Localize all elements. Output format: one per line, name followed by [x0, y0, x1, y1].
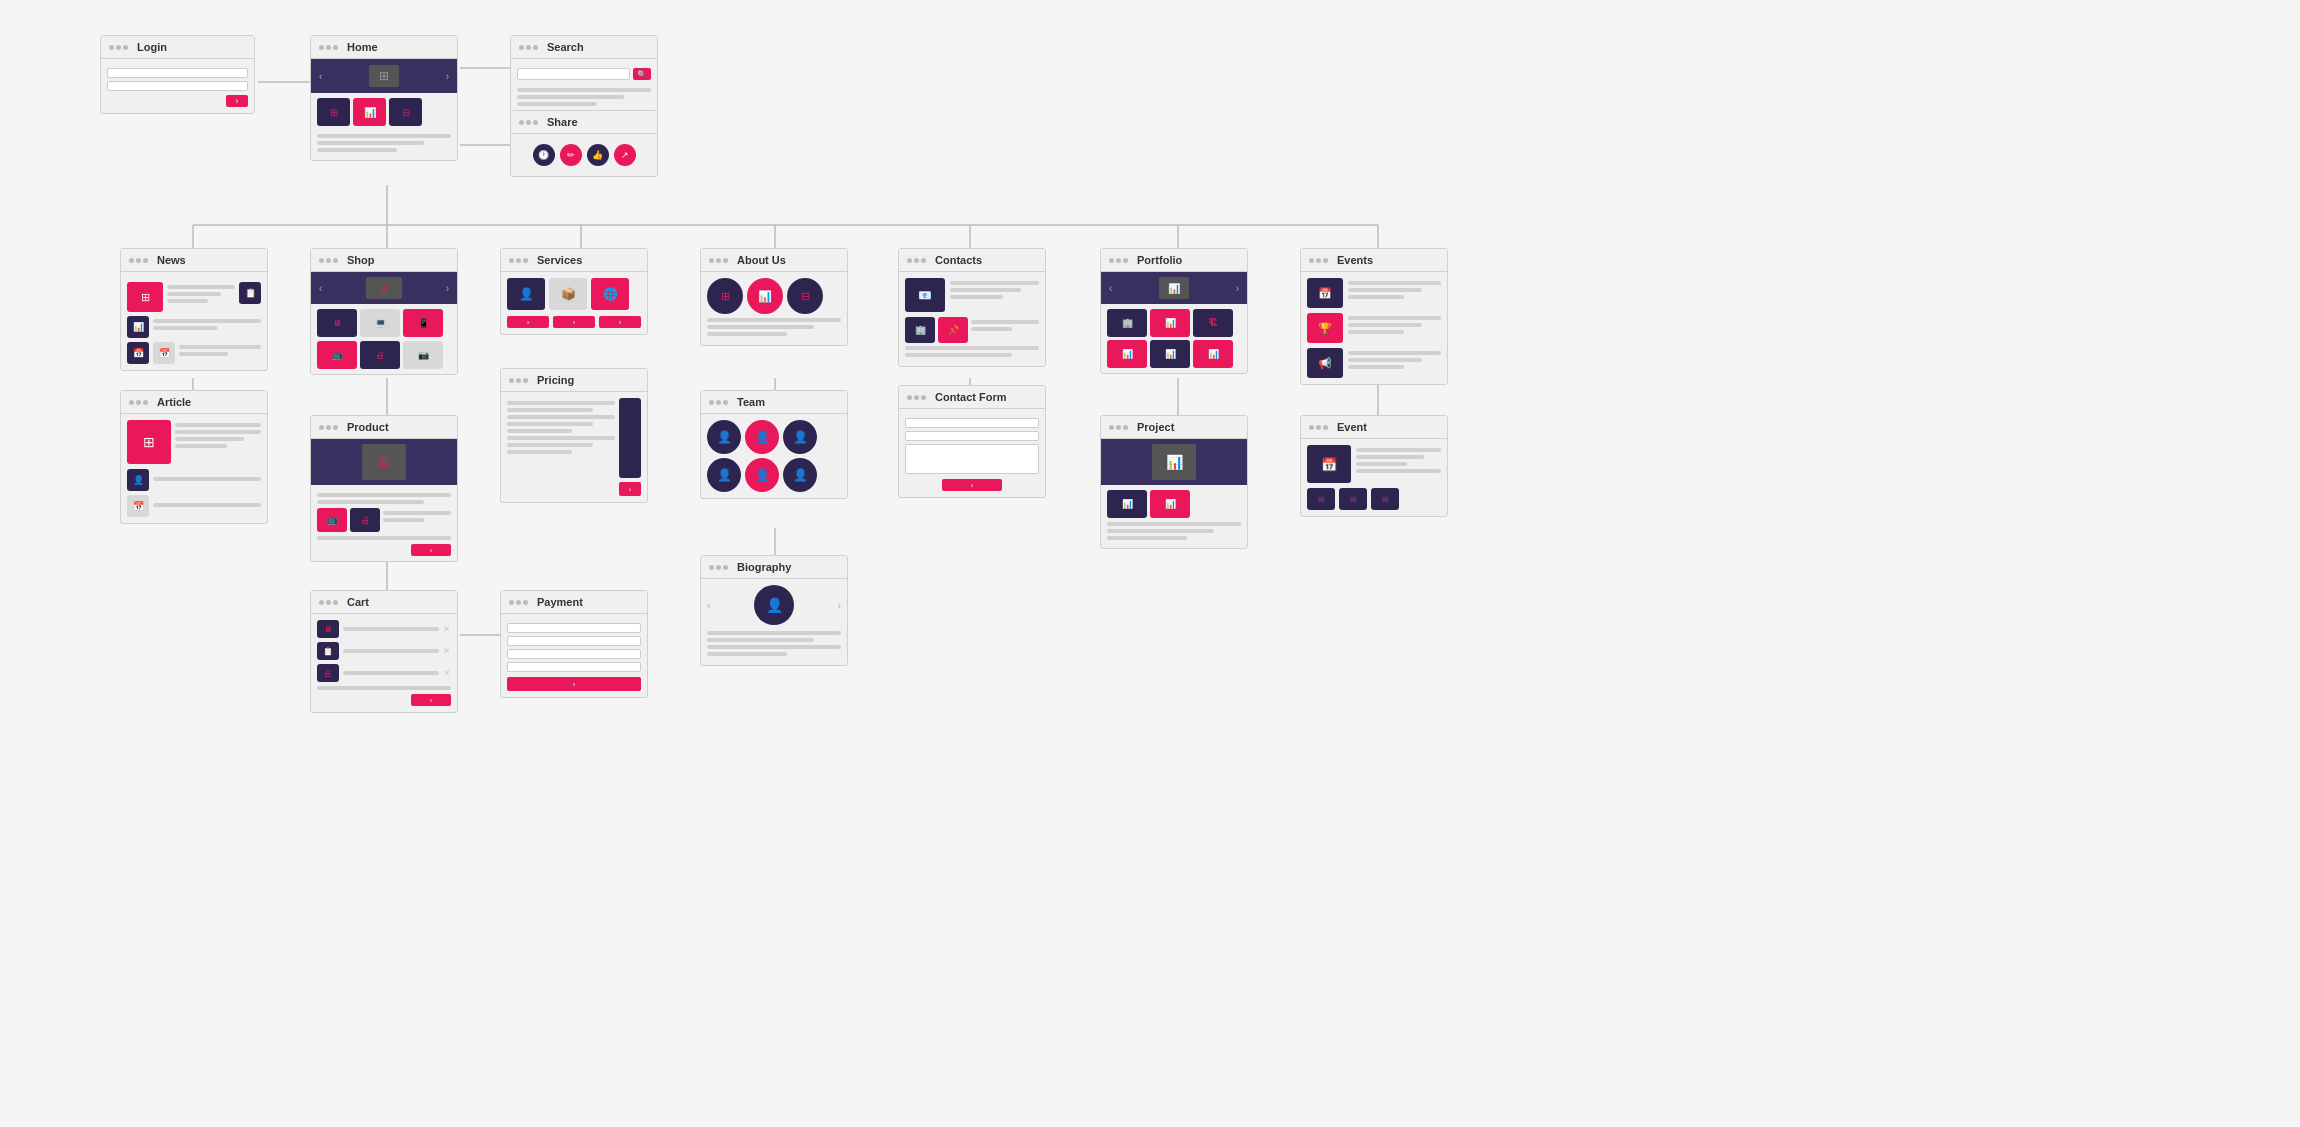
team-avatar5: 👤 — [745, 458, 779, 492]
news-icon3: 📊 — [127, 316, 149, 338]
login-title: Login — [137, 41, 167, 53]
share-card: Share 🕐 ✏ 👍 ↗ — [510, 110, 658, 177]
services-icon1: 👤 — [507, 278, 545, 310]
cart-checkout-btn[interactable]: › — [411, 694, 451, 706]
contacts-icon1: 📧 — [905, 278, 945, 312]
home-title: Home — [347, 41, 378, 53]
project-title: Project — [1137, 421, 1174, 433]
login-card: Login › — [100, 35, 255, 114]
login-submit-btn[interactable]: › — [226, 95, 248, 107]
biography-avatar: 👤 — [754, 585, 794, 625]
pricing-chart — [619, 398, 641, 478]
product-title: Product — [347, 421, 389, 433]
services-title: Services — [537, 254, 582, 266]
aboutus-icon2: 📊 — [747, 278, 783, 314]
event-title: Event — [1337, 421, 1367, 433]
aboutus-card: About Us ⊞ 📊 ⊟ — [700, 248, 848, 346]
cart-card: Cart 🖥 ✕ 📋 ✕ 🖨 ✕ › — [310, 590, 458, 713]
share-title: Share — [547, 116, 578, 128]
news-icon5: 📅 — [153, 342, 175, 364]
portfolio-title: Portfolio — [1137, 254, 1182, 266]
services-icon2: 📦 — [549, 278, 587, 310]
share-pen-icon: ✏ — [560, 144, 582, 166]
team-avatar2: 👤 — [745, 420, 779, 454]
portfolio-card: Portfolio ‹ 📊 › 🏢 📊 🏗 📊 📊 📊 — [1100, 248, 1248, 374]
share-clock-icon: 🕐 — [533, 144, 555, 166]
article-icon1: 👤 — [127, 469, 149, 491]
team-card: Team 👤 👤 👤 👤 👤 👤 — [700, 390, 848, 499]
pricing-btn[interactable]: › — [619, 482, 641, 496]
team-avatar4: 👤 — [707, 458, 741, 492]
news-title: News — [157, 254, 186, 266]
services-btn2[interactable]: › — [553, 316, 595, 328]
events-card: Events 📅 🏆 📢 — [1300, 248, 1448, 385]
team-avatar6: 👤 — [783, 458, 817, 492]
contacts-title: Contacts — [935, 254, 982, 266]
search-btn[interactable]: 🔍 — [633, 68, 651, 80]
product-card: Product 🖥 📺 🖨 › — [310, 415, 458, 562]
contacts-icon3: 📌 — [938, 317, 968, 343]
services-icon3: 🌐 — [591, 278, 629, 310]
pricing-title: Pricing — [537, 374, 574, 386]
article-main-icon: ⊞ — [127, 420, 171, 464]
payment-submit-btn[interactable]: › — [507, 677, 641, 691]
aboutus-icon3: ⊟ — [787, 278, 823, 314]
news-icon4: 📅 — [127, 342, 149, 364]
project-card: Project 📊 📊 📊 — [1100, 415, 1248, 549]
services-btn1[interactable]: › — [507, 316, 549, 328]
pricing-card: Pricing › — [500, 368, 648, 503]
payment-title: Payment — [537, 596, 583, 608]
aboutus-icon1: ⊞ — [707, 278, 743, 314]
search-title: Search — [547, 41, 584, 53]
news-icon1: ⊞ — [127, 282, 163, 312]
share-like-icon: 👍 — [587, 144, 609, 166]
event-icon2: ⊞ — [1307, 488, 1335, 510]
biography-title: Biography — [737, 561, 791, 573]
contactform-submit-btn[interactable]: › — [942, 479, 1002, 491]
home-card: Home ‹ ⊞ › ⊞ 📊 ⊟ — [310, 35, 458, 161]
team-title: Team — [737, 396, 765, 408]
services-card: Services 👤 📦 🌐 › › › — [500, 248, 648, 335]
news-icon2: 📋 — [239, 282, 261, 304]
cart-title: Cart — [347, 596, 369, 608]
aboutus-title: About Us — [737, 254, 786, 266]
events-title: Events — [1337, 254, 1373, 266]
team-avatar1: 👤 — [707, 420, 741, 454]
shop-title: Shop — [347, 254, 375, 266]
events-icon2: 🏆 — [1307, 313, 1343, 343]
biography-card: Biography ‹ 👤 › — [700, 555, 848, 666]
event-icon4: ⊞ — [1371, 488, 1399, 510]
event-card: Event 📅 ⊞ ⊞ ⊞ — [1300, 415, 1448, 517]
events-icon3: 📢 — [1307, 348, 1343, 378]
services-btn3[interactable]: › — [599, 316, 641, 328]
shop-card: Shop ‹ 🖥 › 🖥 💻 📱 📺 🖨 📷 — [310, 248, 458, 375]
event-icon3: ⊞ — [1339, 488, 1367, 510]
search-card: Search 🔍 — [510, 35, 658, 116]
contacts-icon2: 🏢 — [905, 317, 935, 343]
product-btn[interactable]: › — [411, 544, 451, 556]
events-icon1: 📅 — [1307, 278, 1343, 308]
contactform-title: Contact Form — [935, 391, 1007, 403]
contacts-card: Contacts 📧 🏢 📌 — [898, 248, 1046, 367]
article-title: Article — [157, 396, 191, 408]
payment-card: Payment › — [500, 590, 648, 698]
contactform-card: Contact Form › — [898, 385, 1046, 498]
team-avatar3: 👤 — [783, 420, 817, 454]
article-card: Article ⊞ 👤 📅 — [120, 390, 268, 524]
news-card: News ⊞ 📋 📊 📅 — [120, 248, 268, 371]
event-icon1: 📅 — [1307, 445, 1351, 483]
article-icon2: 📅 — [127, 495, 149, 517]
share-share-icon: ↗ — [614, 144, 636, 166]
